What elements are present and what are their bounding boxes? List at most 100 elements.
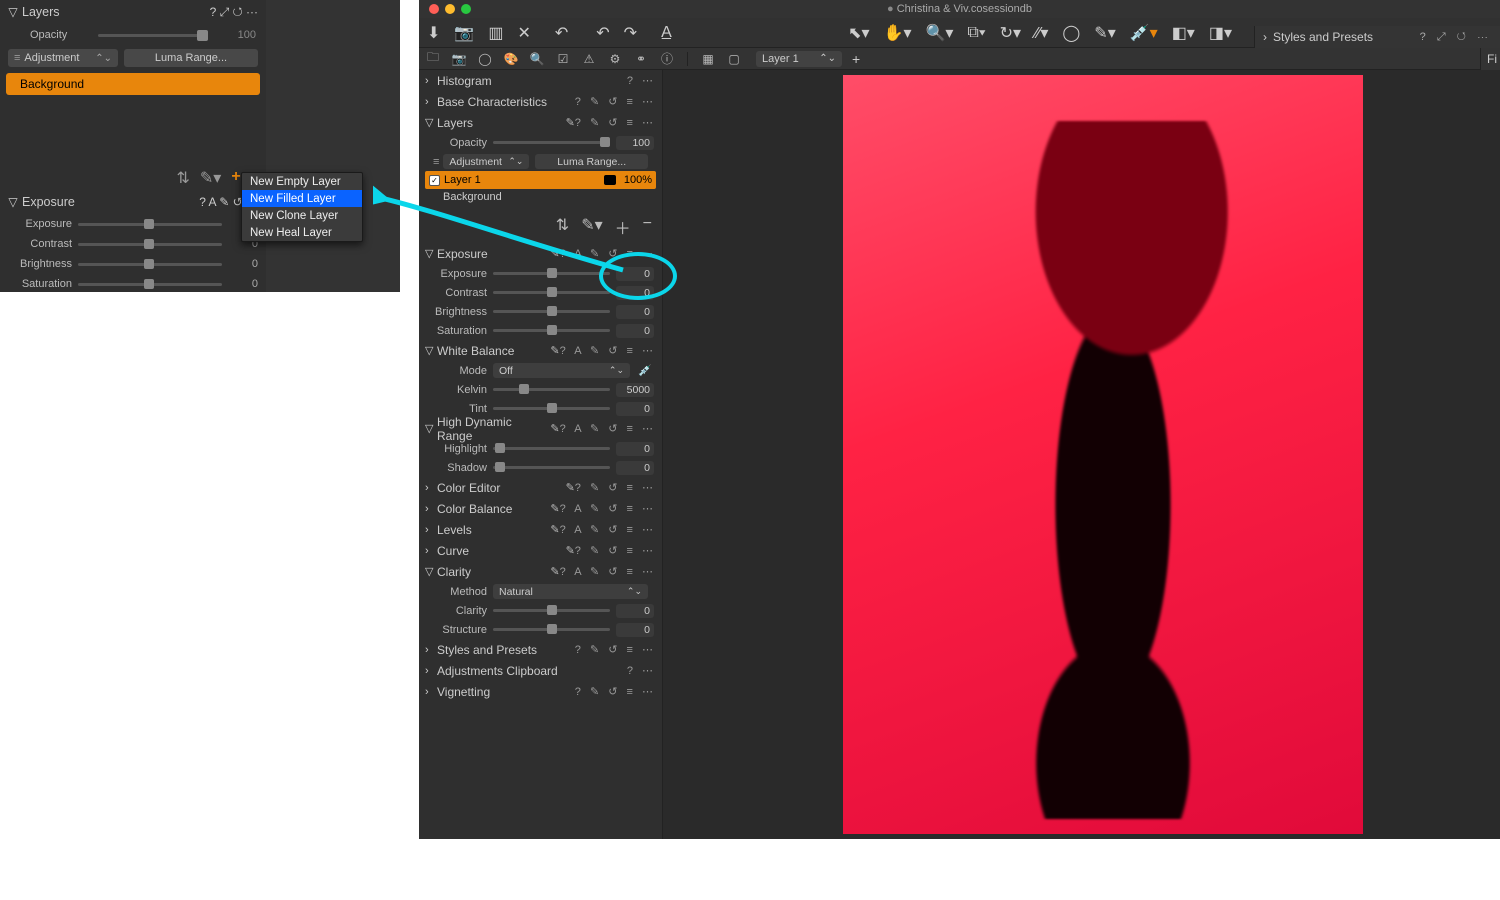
capture-tab-icon[interactable]: 📷 [451, 52, 467, 66]
rotate-icon[interactable]: ↻▾ [1000, 23, 1021, 43]
eyedropper-icon[interactable]: 💉 [636, 364, 654, 377]
sec-coloreditor[interactable]: ›Color Editor✎ ? ✎ ↺ ≡ ⋯ [419, 477, 662, 498]
panel-action-icons[interactable]: ? ⤢ ↺ ⋯ [210, 5, 258, 20]
undo-icon[interactable]: ↶ [555, 23, 568, 43]
sec-layers[interactable]: ▽Layers ✎ ? ✎ ↺ ≡ ⋯ [419, 112, 662, 133]
opacity-slider[interactable] [493, 141, 610, 144]
adjustment-dropdown[interactable]: ≡ Adjustment⌃⌄ [8, 49, 118, 67]
lens-tab-icon[interactable]: ◯ [477, 52, 493, 66]
kelvin-slider[interactable] [493, 388, 610, 391]
library-tab-icon[interactable]: 🗀 [425, 48, 441, 69]
minimize-icon[interactable] [445, 4, 455, 14]
color-tab-icon[interactable]: 🎨 [503, 52, 519, 66]
ctx-item[interactable]: New Filled Layer [242, 190, 362, 207]
brightness-slider[interactable] [493, 310, 610, 313]
close-icon[interactable] [429, 4, 439, 14]
layer-row-background[interactable]: Background [425, 189, 656, 203]
add-variant-button[interactable]: + [852, 51, 860, 67]
brightness-slider[interactable] [78, 263, 222, 266]
shadow-slider[interactable] [493, 466, 610, 469]
brush-icon[interactable]: ✎▾ [200, 168, 221, 188]
brush-icon[interactable]: ✎▾ [581, 215, 602, 239]
gradient-icon[interactable]: ◨▾ [1209, 23, 1232, 43]
swap-icon[interactable]: ⇅ [556, 215, 569, 239]
eyedropper-icon[interactable]: 💉▾ [1130, 23, 1158, 43]
contrast-slider[interactable] [493, 291, 610, 294]
sec-vignetting[interactable]: ›Vignetting ? ✎ ↺ ≡ ⋯ [419, 681, 662, 702]
saturation-slider[interactable] [78, 283, 222, 286]
add-layer-button[interactable]: + [231, 168, 240, 188]
crop-icon[interactable]: ⧉▾ [967, 24, 985, 42]
erase-icon[interactable]: ◧▾ [1172, 23, 1195, 43]
hand-icon[interactable]: ✋▾ [884, 23, 912, 43]
sec-histogram[interactable]: ›Histogram ? ⋯ [419, 70, 662, 91]
search-tab-icon[interactable]: 🔍 [529, 52, 545, 66]
saturation-slider[interactable] [493, 329, 610, 332]
gear-tab-icon[interactable]: ⚙ [607, 52, 623, 66]
structure-slider[interactable] [493, 628, 610, 631]
tint-slider[interactable] [493, 407, 610, 410]
layer-row-background[interactable]: Background [6, 73, 260, 95]
luma-range-button[interactable]: Luma Range... [535, 154, 648, 169]
grid-view-icon[interactable]: ▦ [700, 52, 716, 66]
sec-stylespresets[interactable]: ›Styles and Presets ? ✎ ↺ ≡ ⋯ [419, 639, 662, 660]
sec-colorbalance[interactable]: ›Color Balance✎ ? A ✎ ↺ ≡ ⋯ [419, 498, 662, 519]
check-tab-icon[interactable]: ☑ [555, 52, 571, 66]
redo-icon[interactable]: ↷ [624, 23, 637, 43]
undo2-icon[interactable]: ↶ [596, 23, 609, 43]
panel-action-icons[interactable]: ? ⤢ ↺ ⋯ [1420, 31, 1492, 44]
layer-picker[interactable]: Layer 1⌃⌄ [756, 51, 842, 67]
brush-icon[interactable]: ✎▾ [1094, 23, 1115, 43]
swap-icon[interactable]: ⇅ [176, 168, 189, 188]
sec-hdr[interactable]: ▽High Dynamic Range ✎? A ✎ ↺ ≡ ⋯ [419, 418, 662, 439]
import-icon[interactable]: ⬇ [427, 23, 440, 43]
layer-visible-checkbox[interactable]: ✓ [429, 175, 440, 186]
opacity-slider[interactable] [98, 34, 208, 37]
wb-mode-dropdown[interactable]: Off⌃⌄ [493, 363, 630, 378]
ctx-item[interactable]: New Empty Layer [242, 173, 362, 190]
straighten-icon[interactable]: ⁄⁄▾ [1035, 23, 1048, 43]
link-tab-icon[interactable]: ⚭ [633, 52, 649, 66]
ctx-item[interactable]: New Heal Layer [242, 224, 362, 241]
ctx-item[interactable]: New Clone Layer [242, 207, 362, 224]
sec-base[interactable]: ›Base Characteristics ? ✎ ↺ ≡ ⋯ [419, 91, 662, 112]
cursor-icon[interactable]: ⬉▾ [848, 23, 869, 43]
exposure-panel-header[interactable]: ▽ Exposure ? A ✎ ↺ ⋯ [0, 190, 266, 214]
adjustment-dropdown[interactable]: Adjustment⌃⌄ [443, 154, 529, 169]
sec-exposure[interactable]: ▽Exposure ✎? A ✎ ↺ ≡ ⋯ [419, 243, 662, 264]
styles-presets-bar[interactable]: › Styles and Presets ? ⤢ ↺ ⋯ [1254, 26, 1500, 48]
contrast-slider[interactable] [78, 243, 222, 246]
zoom-icon[interactable] [461, 4, 471, 14]
info-tab-icon[interactable]: ⓘ [659, 50, 675, 67]
zoom-tool-icon[interactable]: 🔍▾ [925, 23, 953, 43]
add-layer-button[interactable]: ＋ [615, 215, 631, 239]
clarity-slider[interactable] [493, 609, 610, 612]
sec-levels[interactable]: ›Levels✎ ? A ✎ ↺ ≡ ⋯ [419, 519, 662, 540]
fi-tab[interactable]: Fi [1480, 48, 1500, 70]
disclosure-icon[interactable]: ▽ [8, 5, 18, 19]
canvas[interactable] [663, 70, 1500, 839]
clarity-method-dropdown[interactable]: Natural⌃⌄ [493, 584, 648, 599]
edit-icon[interactable]: ✎ [566, 116, 575, 129]
spot-icon[interactable]: ◯ [1062, 23, 1080, 43]
luma-range-button[interactable]: Luma Range... [124, 49, 258, 67]
sec-whitebalance[interactable]: ▽White Balance ✎? A ✎ ↺ ≡ ⋯ [419, 340, 662, 361]
alert-tab-icon[interactable]: ⚠ [581, 52, 597, 66]
camera-icon[interactable]: 📷 [454, 23, 474, 43]
mask-icon[interactable] [604, 175, 616, 185]
sec-curve[interactable]: ›Curve✎ ? ✎ ↺ ≡ ⋯ [419, 540, 662, 561]
exposure-slider[interactable] [78, 223, 222, 226]
folder-open-icon[interactable]: ▥ [488, 23, 503, 43]
highlight-slider[interactable] [493, 447, 610, 450]
layer-row-layer1[interactable]: ✓ Layer 1 100% [425, 171, 656, 189]
opacity-row: Opacity 100 [0, 24, 266, 46]
layers-panel-header[interactable]: ▽ Layers ? ⤢ ↺ ⋯ [0, 0, 266, 24]
disclosure-icon[interactable]: ▽ [8, 195, 18, 209]
x-icon[interactable]: ✕ [517, 23, 530, 43]
remove-layer-button[interactable]: − [643, 215, 652, 239]
single-view-icon[interactable]: ▢ [726, 52, 742, 66]
sec-adjclip[interactable]: ›Adjustments Clipboard ? ⋯ [419, 660, 662, 681]
text-icon[interactable]: A̲ [661, 24, 672, 42]
exposure-slider[interactable] [493, 272, 610, 275]
sec-clarity[interactable]: ▽Clarity✎ ? A ✎ ↺ ≡ ⋯ [419, 561, 662, 582]
